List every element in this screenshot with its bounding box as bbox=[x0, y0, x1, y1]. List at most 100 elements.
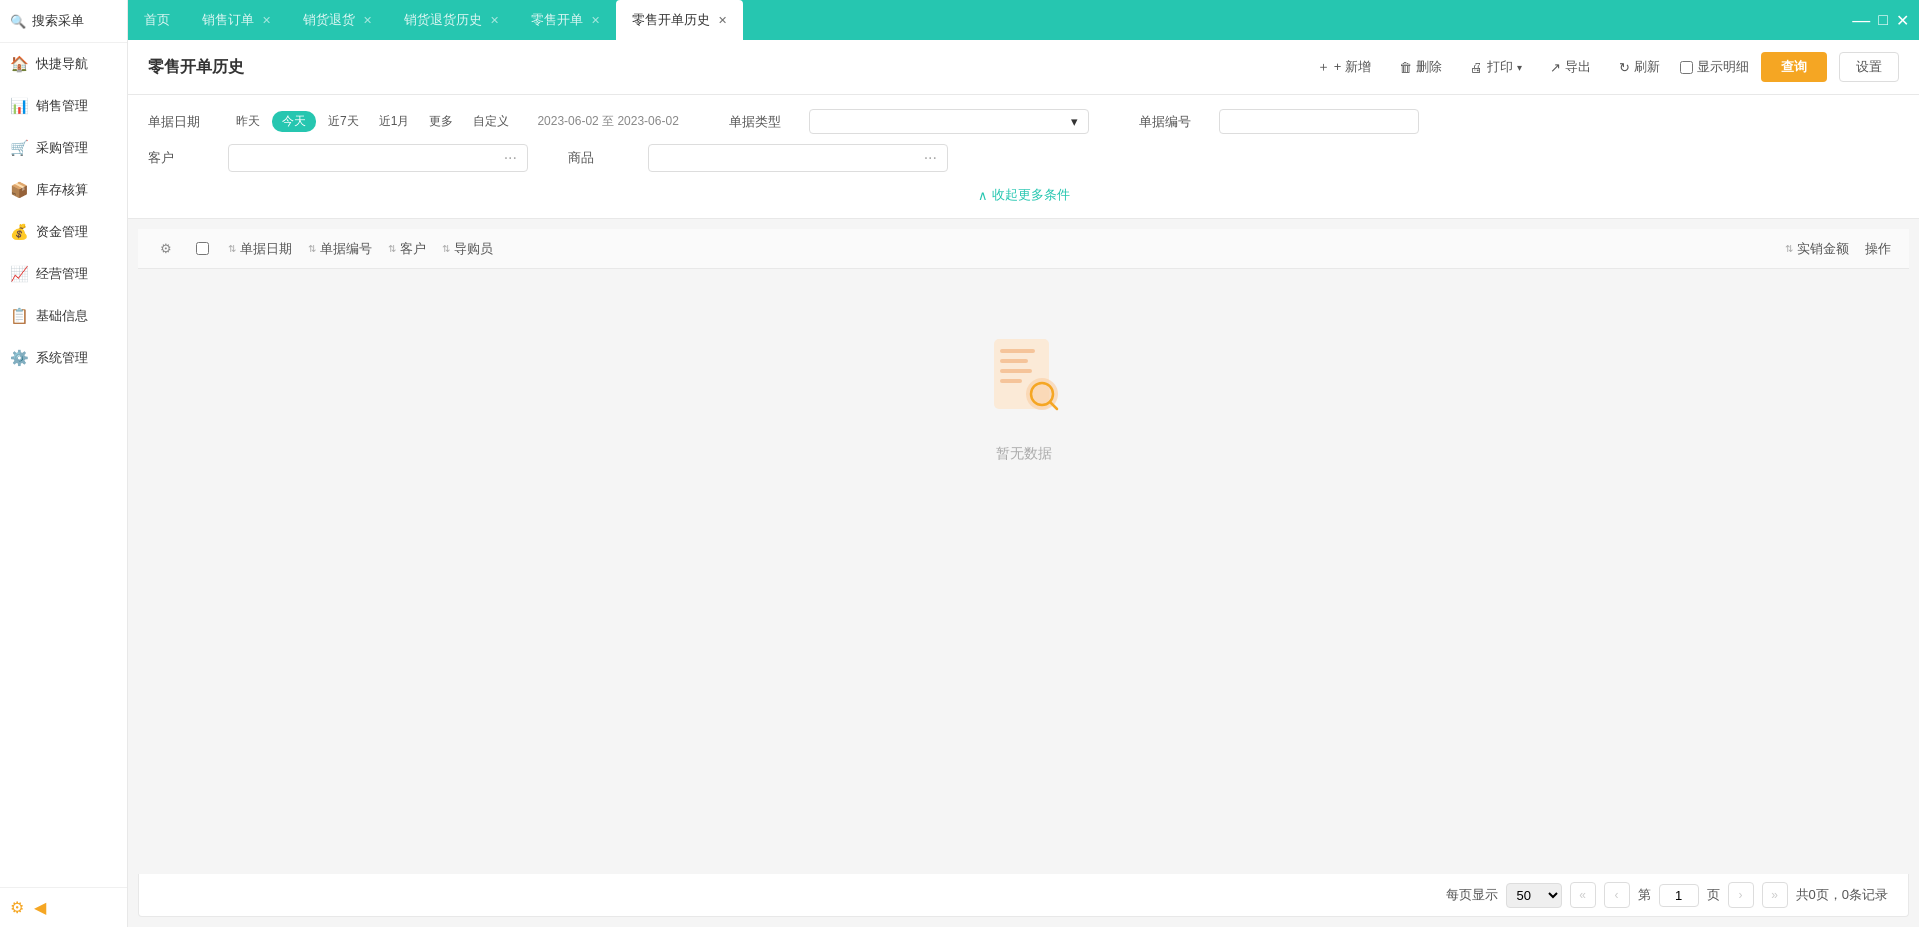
prev-page-btn[interactable]: ‹ bbox=[1604, 882, 1630, 908]
date-range-display: 2023-06-02 至 2023-06-02 bbox=[537, 113, 678, 130]
print-button[interactable]: 🖨 打印 ▾ bbox=[1462, 54, 1530, 80]
sidebar-item-label: 基础信息 bbox=[36, 307, 88, 325]
display-detail-checkbox[interactable] bbox=[1680, 61, 1693, 74]
date-btn-1month[interactable]: 近1月 bbox=[371, 111, 418, 132]
sidebar-item-purchase-mgmt[interactable]: 🛒 采购管理 bbox=[0, 127, 127, 169]
number-filter-input[interactable] bbox=[1219, 109, 1419, 134]
tab-retail-history[interactable]: 零售开单历史 ✕ bbox=[616, 0, 743, 40]
table-header: ⚙ ⇅ 单据日期 ⇅ 单据编号 ⇅ 客户 bbox=[138, 229, 1909, 269]
sidebar-item-system-mgmt[interactable]: ⚙️ 系统管理 bbox=[0, 337, 127, 379]
box-icon: 📦 bbox=[10, 181, 28, 199]
tab-retail-history-label: 零售开单历史 bbox=[632, 11, 710, 29]
tab-retail-history-close[interactable]: ✕ bbox=[718, 14, 727, 27]
sidebar: 🔍 搜索采单 🏠 快捷导航 📊 销售管理 🛒 采购管理 📦 库存核算 💰 资金管… bbox=[0, 0, 128, 927]
type-filter-label: 单据类型 bbox=[729, 113, 789, 131]
add-button[interactable]: ＋ + 新增 bbox=[1309, 54, 1379, 80]
product-ellipsis-btn[interactable]: ··· bbox=[924, 149, 937, 167]
table-scroll: 暂无数据 bbox=[138, 269, 1909, 874]
sidebar-item-inventory[interactable]: 📦 库存核算 bbox=[0, 169, 127, 211]
tab-sales-return-history-close[interactable]: ✕ bbox=[490, 14, 499, 27]
th-number-label: 单据编号 bbox=[320, 240, 372, 258]
th-date[interactable]: ⇅ 单据日期 bbox=[220, 240, 300, 258]
product-filter-input[interactable]: ··· bbox=[648, 144, 948, 172]
window-close[interactable]: ✕ bbox=[1896, 11, 1909, 30]
date-btn-7days[interactable]: 近7天 bbox=[320, 111, 367, 132]
sidebar-item-finance[interactable]: 💰 资金管理 bbox=[0, 211, 127, 253]
date-btn-custom[interactable]: 自定义 bbox=[465, 111, 517, 132]
toolbar: ＋ + 新增 🗑 删除 🖨 打印 ▾ ↗ 导出 ↻ bbox=[1309, 52, 1899, 82]
query-button[interactable]: 查询 bbox=[1761, 52, 1827, 82]
date-btn-today[interactable]: 今天 bbox=[272, 111, 316, 132]
th-guide-sort-icon: ⇅ bbox=[442, 243, 450, 254]
th-customer[interactable]: ⇅ 客户 bbox=[380, 240, 434, 258]
tab-sales-order-label: 销售订单 bbox=[202, 11, 254, 29]
delete-label: 删除 bbox=[1416, 58, 1442, 76]
sidebar-search[interactable]: 🔍 搜索采单 bbox=[0, 0, 127, 43]
doc-icon: 📋 bbox=[10, 307, 28, 325]
sidebar-item-quick-nav[interactable]: 🏠 快捷导航 bbox=[0, 43, 127, 85]
type-filter-select[interactable]: ▾ bbox=[809, 109, 1089, 134]
tab-sales-order-close[interactable]: ✕ bbox=[262, 14, 271, 27]
customer-ellipsis-btn[interactable]: ··· bbox=[504, 149, 517, 167]
th-number[interactable]: ⇅ 单据编号 bbox=[300, 240, 380, 258]
page-prefix-label: 第 bbox=[1638, 886, 1651, 904]
date-btn-yesterday[interactable]: 昨天 bbox=[228, 111, 268, 132]
sidebar-item-basic-info[interactable]: 📋 基础信息 bbox=[0, 295, 127, 337]
last-page-btn[interactable]: » bbox=[1762, 882, 1788, 908]
next-page-btn[interactable]: › bbox=[1728, 882, 1754, 908]
th-amount-sort-icon: ⇅ bbox=[1785, 243, 1793, 254]
print-dropdown-icon: ▾ bbox=[1517, 62, 1522, 73]
th-customer-sort-icon: ⇅ bbox=[388, 243, 396, 254]
content: 零售开单历史 ＋ + 新增 🗑 删除 🖨 打印 ▾ ↗ 导出 bbox=[128, 40, 1919, 927]
page-title: 零售开单历史 bbox=[148, 57, 244, 78]
print-label: 打印 bbox=[1487, 58, 1513, 76]
collapse-filter-bar[interactable]: ∧ 收起更多条件 bbox=[148, 182, 1899, 208]
th-number-sort-icon: ⇅ bbox=[308, 243, 316, 254]
page-suffix-label: 页 bbox=[1707, 886, 1720, 904]
empty-state: 暂无数据 bbox=[138, 269, 1909, 503]
window-minimize[interactable]: — bbox=[1852, 10, 1870, 31]
tab-home[interactable]: 首页 bbox=[128, 0, 186, 40]
page-number-input[interactable] bbox=[1659, 884, 1699, 907]
print-icon: 🖨 bbox=[1470, 60, 1483, 75]
tab-sales-order[interactable]: 销售订单 ✕ bbox=[186, 0, 287, 40]
first-page-btn[interactable]: « bbox=[1570, 882, 1596, 908]
settings-bottom-icon[interactable]: ⚙ bbox=[10, 898, 24, 917]
sidebar-item-sales-mgmt[interactable]: 📊 销售管理 bbox=[0, 85, 127, 127]
date-btn-more[interactable]: 更多 bbox=[421, 111, 461, 132]
tab-sales-return-label: 销货退货 bbox=[303, 11, 355, 29]
trending-icon: 📈 bbox=[10, 265, 28, 283]
chart-icon: 📊 bbox=[10, 97, 28, 115]
table-select-all[interactable] bbox=[184, 242, 220, 255]
tab-retail-open[interactable]: 零售开单 ✕ bbox=[515, 0, 616, 40]
tab-bar: 首页 销售订单 ✕ 销货退货 ✕ 销货退货历史 ✕ 零售开单 ✕ 零售开单历史 … bbox=[128, 0, 1919, 40]
th-customer-label: 客户 bbox=[400, 240, 426, 258]
window-maximize[interactable]: □ bbox=[1878, 11, 1888, 29]
table-settings-icon[interactable]: ⚙ bbox=[148, 241, 184, 256]
delete-button[interactable]: 🗑 删除 bbox=[1391, 54, 1450, 80]
empty-text: 暂无数据 bbox=[996, 445, 1052, 463]
display-detail-toggle[interactable]: 显示明细 bbox=[1680, 58, 1749, 76]
export-label: 导出 bbox=[1565, 58, 1591, 76]
tab-retail-open-close[interactable]: ✕ bbox=[591, 14, 600, 27]
tab-sales-return-close[interactable]: ✕ bbox=[363, 14, 372, 27]
th-amount[interactable]: ⇅ 实销金额 bbox=[1777, 240, 1857, 258]
svg-rect-2 bbox=[1000, 359, 1028, 363]
select-all-checkbox[interactable] bbox=[196, 242, 209, 255]
per-page-select[interactable]: 50 10 20 100 bbox=[1506, 883, 1562, 908]
export-button[interactable]: ↗ 导出 bbox=[1542, 54, 1599, 80]
empty-icon bbox=[974, 329, 1074, 429]
customer-filter-input[interactable]: ··· bbox=[228, 144, 528, 172]
add-label: + 新增 bbox=[1334, 58, 1371, 76]
page-header: 零售开单历史 ＋ + 新增 🗑 删除 🖨 打印 ▾ ↗ 导出 bbox=[128, 40, 1919, 95]
cart-icon: 🛒 bbox=[10, 139, 28, 157]
export-icon: ↗ bbox=[1550, 60, 1561, 75]
tab-sales-return-history[interactable]: 销货退货历史 ✕ bbox=[388, 0, 515, 40]
collapse-label: 收起更多条件 bbox=[992, 186, 1070, 204]
collapse-sidebar-icon[interactable]: ◀ bbox=[34, 898, 46, 917]
settings-button[interactable]: 设置 bbox=[1839, 52, 1899, 82]
th-guide[interactable]: ⇅ 导购员 bbox=[434, 240, 501, 258]
refresh-button[interactable]: ↻ 刷新 bbox=[1611, 54, 1668, 80]
sidebar-item-operations[interactable]: 📈 经营管理 bbox=[0, 253, 127, 295]
tab-sales-return[interactable]: 销货退货 ✕ bbox=[287, 0, 388, 40]
